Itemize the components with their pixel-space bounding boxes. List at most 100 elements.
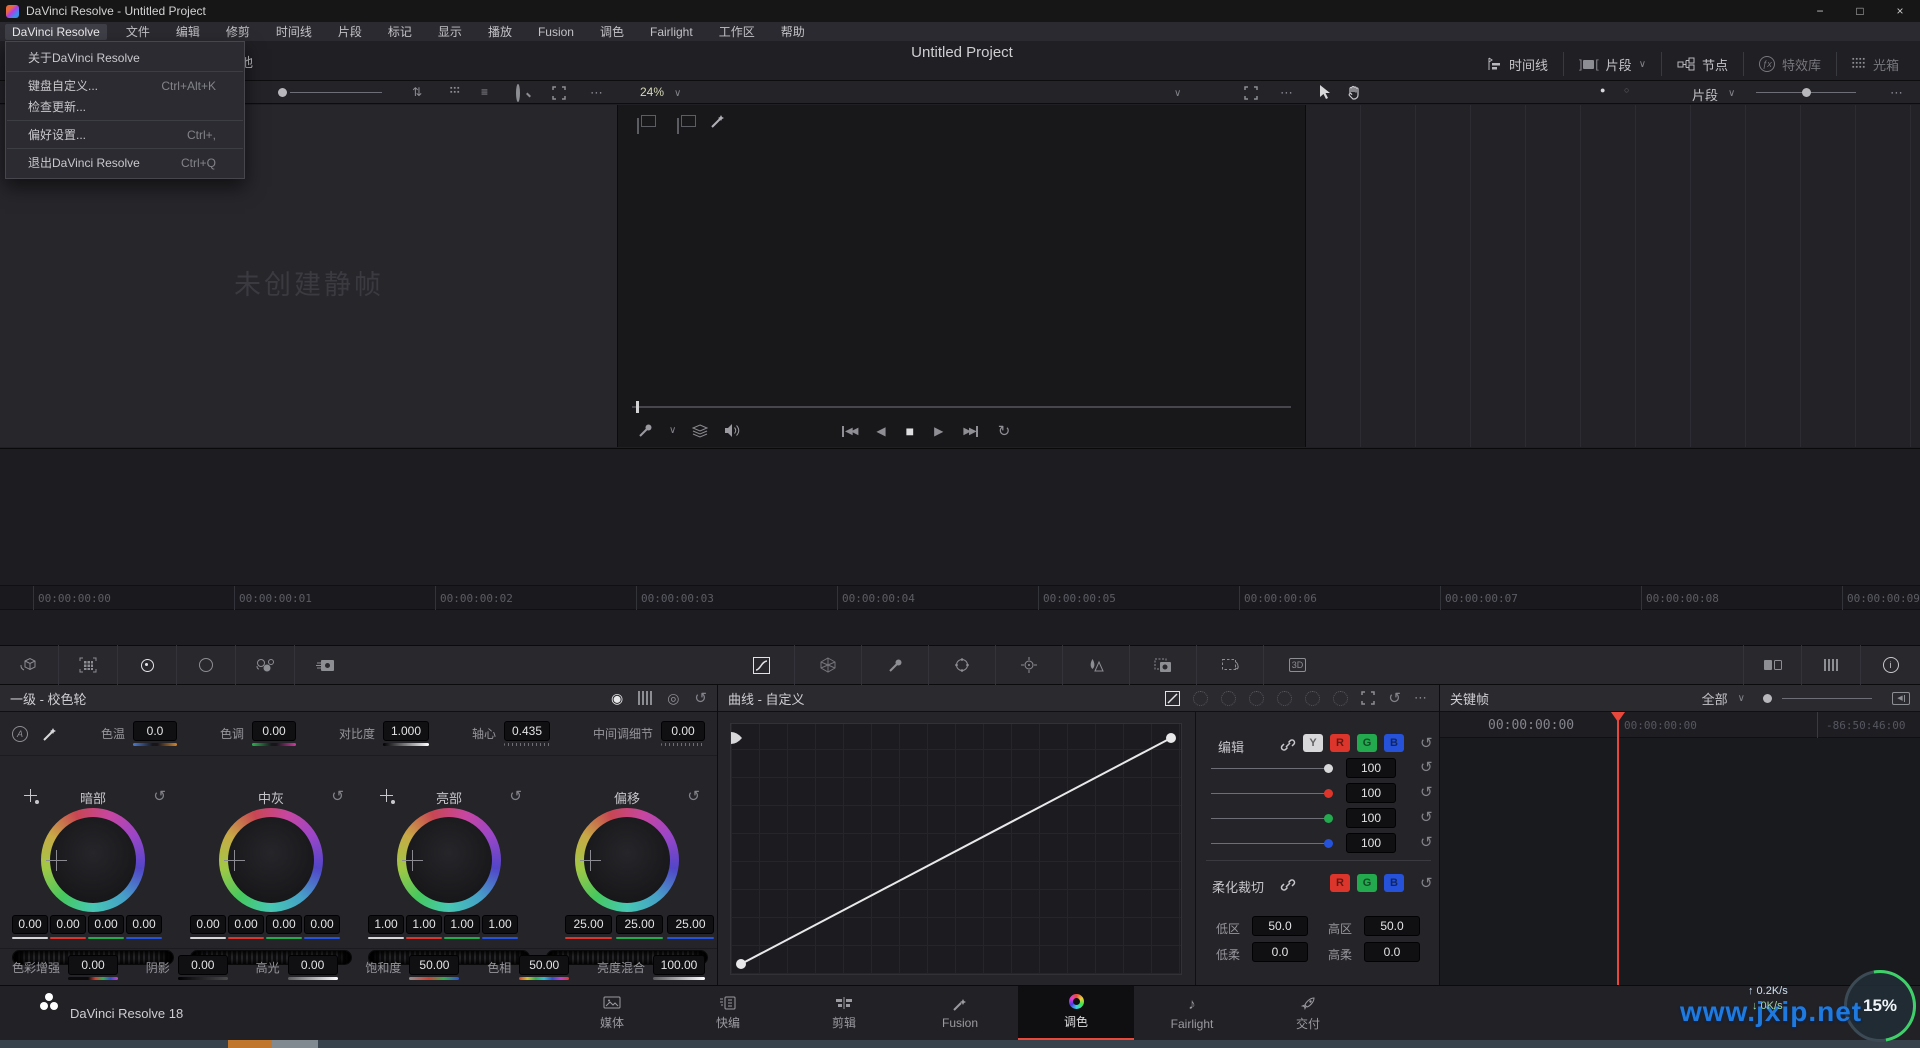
minimize-button[interactable]: − — [1800, 0, 1840, 22]
effects-library-toggle[interactable]: ƒx 特效库 — [1744, 55, 1836, 74]
clips-toggle[interactable]: ][ 片段 ∨ — [1564, 55, 1661, 74]
hdr-wheels-button[interactable] — [177, 645, 236, 685]
sizing-palette-button[interactable] — [1197, 645, 1264, 685]
menu-davinci-resolve[interactable]: DaVinci Resolve — [5, 23, 107, 40]
view-dot-icon[interactable]: ○ — [1624, 85, 1629, 95]
soft-clip-reset-icon[interactable]: ↺ — [1420, 876, 1433, 891]
tab-cut[interactable]: 快编 — [670, 986, 786, 1041]
menu-edit[interactable]: 编辑 — [176, 23, 200, 40]
gain-blue-field[interactable]: 1.00 — [482, 915, 518, 934]
menu-item-keyboard-customization[interactable]: 键盘自定义... Ctrl+Alt+K — [6, 75, 244, 96]
clips-strip-panel[interactable] — [1306, 105, 1920, 447]
channel-r-button[interactable]: R — [1330, 734, 1350, 752]
channel-b-button[interactable]: B — [1384, 734, 1404, 752]
audio-speaker-icon[interactable] — [724, 423, 741, 438]
lut-palette-button[interactable] — [0, 645, 59, 685]
soft-clip-b-button[interactable]: B — [1384, 874, 1404, 892]
lift-red-field[interactable]: 0.00 — [50, 915, 86, 934]
high-soft-field[interactable]: 0.0 — [1364, 942, 1420, 962]
hand-tool-icon[interactable] — [1346, 85, 1361, 100]
curves-expand-icon[interactable] — [1361, 691, 1376, 705]
red-reset-icon[interactable]: ↺ — [1420, 785, 1433, 800]
clip-zoom-slider[interactable] — [1802, 88, 1811, 97]
menu-trim[interactable]: 修剪 — [226, 23, 250, 40]
soft-clip-link-icon[interactable] — [1280, 877, 1296, 893]
curve-sat-sat-icon[interactable] — [1305, 690, 1321, 706]
menu-clip[interactable]: 片段 — [338, 23, 362, 40]
collapse-panel-icon[interactable]: ◀ — [1892, 691, 1910, 705]
camera-raw-button[interactable] — [59, 645, 118, 685]
log-wheels-mode-icon[interactable]: ◎ — [667, 690, 679, 707]
viewer-options-icon[interactable]: ⋯ — [1280, 85, 1295, 101]
green-gain-field[interactable]: 100 — [1346, 808, 1396, 828]
high-clip-field[interactable]: 50.0 — [1364, 916, 1420, 936]
tab-fusion[interactable]: Fusion — [902, 986, 1018, 1041]
mid-detail-field[interactable]: 0.00 — [661, 721, 705, 741]
offset-blue-field[interactable]: 25.00 — [667, 915, 714, 934]
taskbar-item[interactable] — [228, 1040, 272, 1048]
menu-workspace[interactable]: 工作区 — [719, 23, 755, 40]
color-warper-button[interactable] — [795, 645, 862, 685]
cursor-tool-icon[interactable] — [1318, 84, 1331, 100]
curve-lum-sat-icon[interactable] — [1277, 690, 1293, 706]
edit-reset-icon[interactable]: ↺ — [1420, 736, 1433, 751]
pivot-field[interactable]: 0.435 — [504, 721, 550, 741]
enhance-wand-icon[interactable] — [710, 113, 726, 129]
blue-reset-icon[interactable]: ↺ — [1420, 835, 1433, 850]
tab-color[interactable]: 调色 — [1018, 986, 1134, 1041]
blue-gain-slider[interactable] — [1211, 843, 1331, 844]
stop-icon[interactable]: ■ — [906, 423, 914, 439]
timeline-strip[interactable]: 00:00:00:00 00:00:00:01 00:00:00:02 00:0… — [0, 448, 1920, 645]
gallery-zoom-slider[interactable] — [278, 88, 287, 97]
viewer-expand-icon[interactable] — [1244, 86, 1258, 100]
menu-timeline[interactable]: 时间线 — [276, 23, 312, 40]
qualifier-button[interactable] — [862, 645, 929, 685]
lum-mix-field[interactable]: 100.00 — [653, 954, 705, 975]
timeline-ruler[interactable]: 00:00:00:00 00:00:00:01 00:00:00:02 00:0… — [0, 585, 1920, 610]
play-icon[interactable]: ▶ — [934, 425, 943, 437]
timeline-select-chevron-icon[interactable]: ∨ — [1174, 88, 1181, 99]
viewer-playhead[interactable] — [636, 401, 639, 413]
loop-icon[interactable]: ↻ — [998, 424, 1011, 439]
luma-gain-field[interactable]: 100 — [1346, 758, 1396, 778]
gain-red-field[interactable]: 1.00 — [406, 915, 442, 934]
green-gain-slider[interactable] — [1211, 818, 1331, 819]
eyedropper-chevron-icon[interactable]: ∨ — [669, 425, 676, 436]
gallery-options-icon[interactable]: ⋯ — [590, 85, 605, 101]
skip-end-icon[interactable]: ▶▶ — [963, 425, 978, 437]
clips-mode-select[interactable]: 片段 — [1692, 85, 1718, 104]
keyframes-filter-chevron-icon[interactable]: ∨ — [1738, 693, 1745, 704]
auto-color-wand-icon[interactable] — [42, 726, 58, 742]
curves-reset-icon[interactable]: ↺ — [1388, 691, 1401, 706]
menu-color[interactable]: 调色 — [600, 23, 624, 40]
close-button[interactable]: × — [1880, 0, 1920, 22]
curves-palette-button[interactable] — [728, 645, 795, 685]
tab-fairlight[interactable]: ♪ Fairlight — [1134, 986, 1250, 1041]
green-reset-icon[interactable]: ↺ — [1420, 810, 1433, 825]
dual-screen-button[interactable] — [1743, 645, 1802, 685]
stereo-3d-button[interactable]: 3D — [1264, 645, 1331, 685]
red-gain-slider[interactable] — [1211, 793, 1331, 794]
keyframes-playhead-line[interactable] — [1617, 712, 1619, 985]
keyframes-filter-select[interactable]: 全部 — [1702, 689, 1728, 708]
eyedropper-icon[interactable] — [638, 423, 653, 438]
maximize-button[interactable]: □ — [1840, 0, 1880, 22]
link-icon[interactable] — [1280, 737, 1296, 753]
color-boost-field[interactable]: 0.00 — [68, 954, 119, 975]
curves-options-icon[interactable]: ⋯ — [1414, 690, 1429, 706]
curve-sat-lum-icon[interactable] — [1333, 690, 1349, 706]
menu-fusion[interactable]: Fusion — [538, 25, 574, 39]
gamma-green-field[interactable]: 0.00 — [266, 915, 302, 934]
menu-item-preferences[interactable]: 偏好设置... Ctrl+, — [6, 124, 244, 145]
red-gain-field[interactable]: 100 — [1346, 783, 1396, 803]
curve-hue-lum-icon[interactable] — [1249, 690, 1265, 706]
hue-field[interactable]: 50.00 — [519, 954, 570, 975]
menu-view[interactable]: 显示 — [438, 23, 462, 40]
list-view-icon[interactable]: ≡ — [481, 85, 488, 99]
menu-mark[interactable]: 标记 — [388, 23, 412, 40]
offset-red-field[interactable]: 25.00 — [565, 915, 612, 934]
search-icon[interactable] — [516, 84, 520, 102]
view-dot-active-icon[interactable]: ● — [1600, 85, 1605, 95]
menu-file[interactable]: 文件 — [126, 23, 150, 40]
saturation-field[interactable]: 50.00 — [409, 954, 460, 975]
